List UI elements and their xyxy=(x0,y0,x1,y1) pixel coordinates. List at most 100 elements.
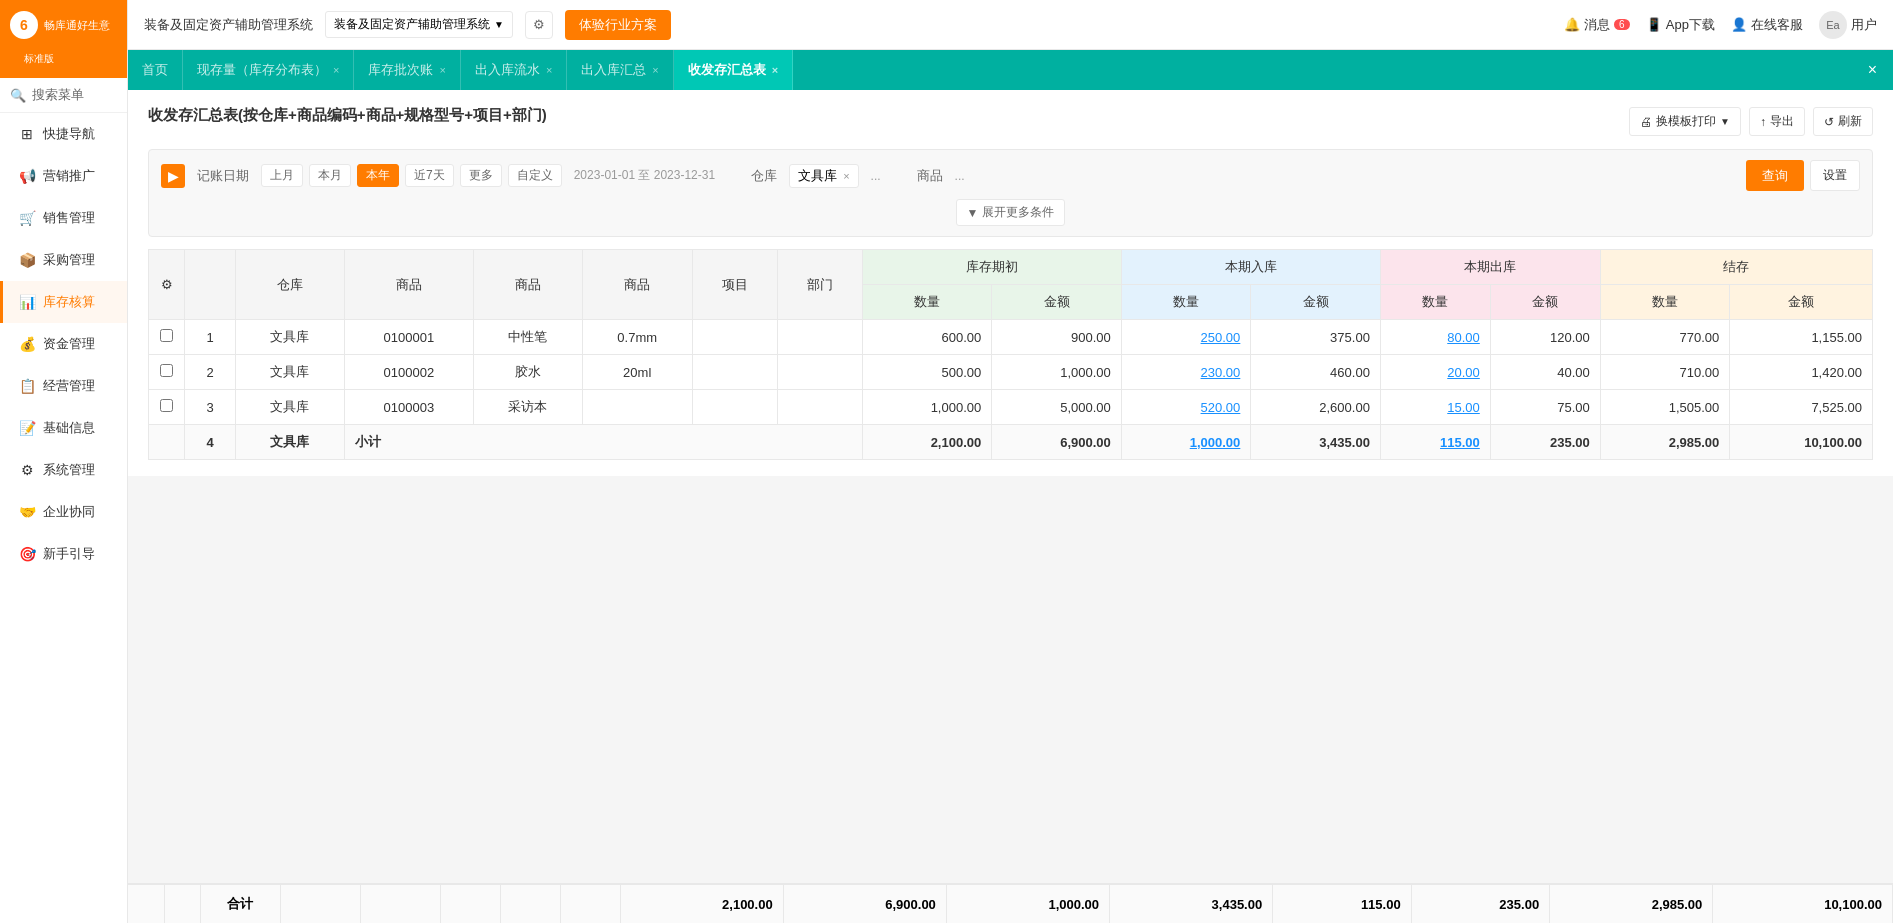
tab-inout-flow[interactable]: 出入库流水 × xyxy=(461,50,567,90)
th-out-amt: 金额 xyxy=(1490,285,1600,320)
tab-inout-flow-close[interactable]: × xyxy=(546,64,552,76)
cell-check[interactable] xyxy=(149,390,185,425)
goods-more[interactable]: ... xyxy=(955,169,965,183)
date-range: 2023-01-01 至 2023-12-31 xyxy=(574,167,715,184)
sidebar-item-system[interactable]: ⚙ 系统管理 xyxy=(0,449,127,491)
in-qty-link[interactable]: 230.00 xyxy=(1201,365,1241,380)
tab-receive-send[interactable]: 收发存汇总表 × xyxy=(674,50,793,90)
sidebar-item-cooperation[interactable]: 🤝 企业协同 xyxy=(0,491,127,533)
footer-label: 合计 xyxy=(200,885,280,923)
tab-inout-summary-close[interactable]: × xyxy=(652,64,658,76)
export-label: 导出 xyxy=(1770,113,1794,130)
query-button[interactable]: 查询 xyxy=(1746,160,1804,191)
quick-nav-icon: ⊞ xyxy=(19,126,35,142)
out-qty-link[interactable]: 20.00 xyxy=(1447,365,1480,380)
cell-opening-qty: 1,000.00 xyxy=(862,390,992,425)
tab-receive-send-label: 收发存汇总表 xyxy=(688,61,766,79)
out-qty-link[interactable]: 80.00 xyxy=(1447,330,1480,345)
app-download-btn[interactable]: 📱 App下载 xyxy=(1646,16,1715,34)
date-btn-more[interactable]: 更多 xyxy=(460,164,502,187)
sidebar-item-purchase[interactable]: 📦 采购管理 xyxy=(0,239,127,281)
in-qty-link[interactable]: 250.00 xyxy=(1201,330,1241,345)
cell-out-qty[interactable]: 20.00 xyxy=(1380,355,1490,390)
footer-empty-project xyxy=(500,885,560,923)
cooperation-icon: 🤝 xyxy=(19,504,35,520)
row-checkbox[interactable] xyxy=(160,399,173,412)
gear-button[interactable]: ⚙ xyxy=(525,11,553,39)
tab-receive-send-close[interactable]: × xyxy=(772,64,778,76)
cell-spec: 20ml xyxy=(582,355,692,390)
date-btn-prev-month[interactable]: 上月 xyxy=(261,164,303,187)
tab-home[interactable]: 首页 xyxy=(128,50,183,90)
refresh-button[interactable]: ↺ 刷新 xyxy=(1813,107,1873,136)
export-button[interactable]: ↑ 导出 xyxy=(1749,107,1805,136)
cell-out-qty[interactable]: 80.00 xyxy=(1380,320,1490,355)
cell-in-qty[interactable]: 520.00 xyxy=(1121,390,1251,425)
sidebar-item-inventory[interactable]: 📊 库存核算 xyxy=(0,281,127,323)
th-seq xyxy=(185,250,236,320)
notifications-btn[interactable]: 🔔 消息 6 xyxy=(1564,16,1630,34)
online-service-btn[interactable]: 👤 在线客服 xyxy=(1731,16,1803,34)
cell-sub-out-qty[interactable]: 115.00 xyxy=(1380,425,1490,460)
sidebar-item-finance[interactable]: 💰 资金管理 xyxy=(0,323,127,365)
row-checkbox[interactable] xyxy=(160,329,173,342)
date-btn-7days[interactable]: 近7天 xyxy=(405,164,454,187)
cell-seq: 2 xyxy=(185,355,236,390)
tab-inout-summary-label: 出入库汇总 xyxy=(581,61,646,79)
date-btn-current-year[interactable]: 本年 xyxy=(357,164,399,187)
tab-inout-summary[interactable]: 出入库汇总 × xyxy=(567,50,673,90)
tab-inventory-dist-close[interactable]: × xyxy=(333,64,339,76)
cell-out-qty[interactable]: 15.00 xyxy=(1380,390,1490,425)
phone-icon: 📱 xyxy=(1646,17,1662,32)
out-qty-link[interactable]: 15.00 xyxy=(1447,400,1480,415)
sidebar-item-marketing[interactable]: 📢 营销推广 xyxy=(0,155,127,197)
system-name: 装备及固定资产辅助管理系统 xyxy=(144,16,313,34)
print-button[interactable]: 🖨 换模板打印 ▼ xyxy=(1629,107,1741,136)
main-area: 装备及固定资产辅助管理系统 装备及固定资产辅助管理系统 ▼ ⚙ 体验行业方案 🔔… xyxy=(128,0,1893,923)
system-select[interactable]: 装备及固定资产辅助管理系统 ▼ xyxy=(325,11,513,38)
cell-check[interactable] xyxy=(149,320,185,355)
sidebar-item-basic[interactable]: 📝 基础信息 xyxy=(0,407,127,449)
chevron-down-icon: ▼ xyxy=(494,19,504,30)
sidebar-item-quick-nav[interactable]: ⊞ 快捷导航 xyxy=(0,113,127,155)
in-qty-link[interactable]: 520.00 xyxy=(1201,400,1241,415)
cell-balance-qty: 770.00 xyxy=(1600,320,1730,355)
date-buttons: 上月 本月 本年 近7天 更多 自定义 xyxy=(261,164,562,187)
newguide-icon: 🎯 xyxy=(19,546,35,562)
cell-out-amt: 40.00 xyxy=(1490,355,1600,390)
settings-button[interactable]: 设置 xyxy=(1810,160,1860,191)
tab-batch-account[interactable]: 库存批次账 × xyxy=(354,50,460,90)
sidebar-item-sales[interactable]: 🛒 销售管理 xyxy=(0,197,127,239)
cell-warehouse-sub: 文具库 xyxy=(236,425,345,460)
sub-in-qty-link[interactable]: 1,000.00 xyxy=(1190,435,1241,450)
cell-sub-balance-qty: 2,985.00 xyxy=(1600,425,1730,460)
row-checkbox[interactable] xyxy=(160,364,173,377)
warehouse-tag[interactable]: 文具库 × xyxy=(789,164,858,188)
user-menu[interactable]: Ea 用户 xyxy=(1819,11,1877,39)
sidebar-item-operations[interactable]: 📋 经营管理 xyxy=(0,365,127,407)
tab-bar-close-btn[interactable]: × xyxy=(1852,61,1893,79)
sidebar-item-newguide[interactable]: 🎯 新手引导 xyxy=(0,533,127,575)
cell-check[interactable] xyxy=(149,355,185,390)
warehouse-more[interactable]: ... xyxy=(871,169,881,183)
cell-out-amt: 120.00 xyxy=(1490,320,1600,355)
tab-inventory-dist[interactable]: 现存量（库存分布表） × xyxy=(183,50,354,90)
sidebar-item-label: 经营管理 xyxy=(43,377,95,395)
cell-in-qty[interactable]: 250.00 xyxy=(1121,320,1251,355)
footer-bar: 合计 2,100.00 6,900.00 1,000.00 3,435.00 1… xyxy=(128,883,1893,923)
filter-toggle-button[interactable]: ▶ xyxy=(161,164,185,188)
sub-out-qty-link[interactable]: 115.00 xyxy=(1440,435,1480,450)
cell-in-qty[interactable]: 230.00 xyxy=(1121,355,1251,390)
search-menu-btn[interactable]: 🔍 搜索菜单 xyxy=(10,86,117,104)
date-btn-custom[interactable]: 自定义 xyxy=(508,164,562,187)
logo-text: 畅库通好生意 xyxy=(44,18,110,32)
trial-button[interactable]: 体验行业方案 xyxy=(565,10,671,40)
cell-sub-opening-qty: 2,100.00 xyxy=(862,425,992,460)
search-area[interactable]: 🔍 搜索菜单 xyxy=(0,78,127,113)
th-dept: 部门 xyxy=(777,250,862,320)
expand-conditions-btn[interactable]: ▼ 展开更多条件 xyxy=(956,199,1066,226)
tab-batch-account-close[interactable]: × xyxy=(439,64,445,76)
date-btn-current-month[interactable]: 本月 xyxy=(309,164,351,187)
warehouse-tag-close[interactable]: × xyxy=(843,170,849,182)
cell-sub-in-qty[interactable]: 1,000.00 xyxy=(1121,425,1251,460)
